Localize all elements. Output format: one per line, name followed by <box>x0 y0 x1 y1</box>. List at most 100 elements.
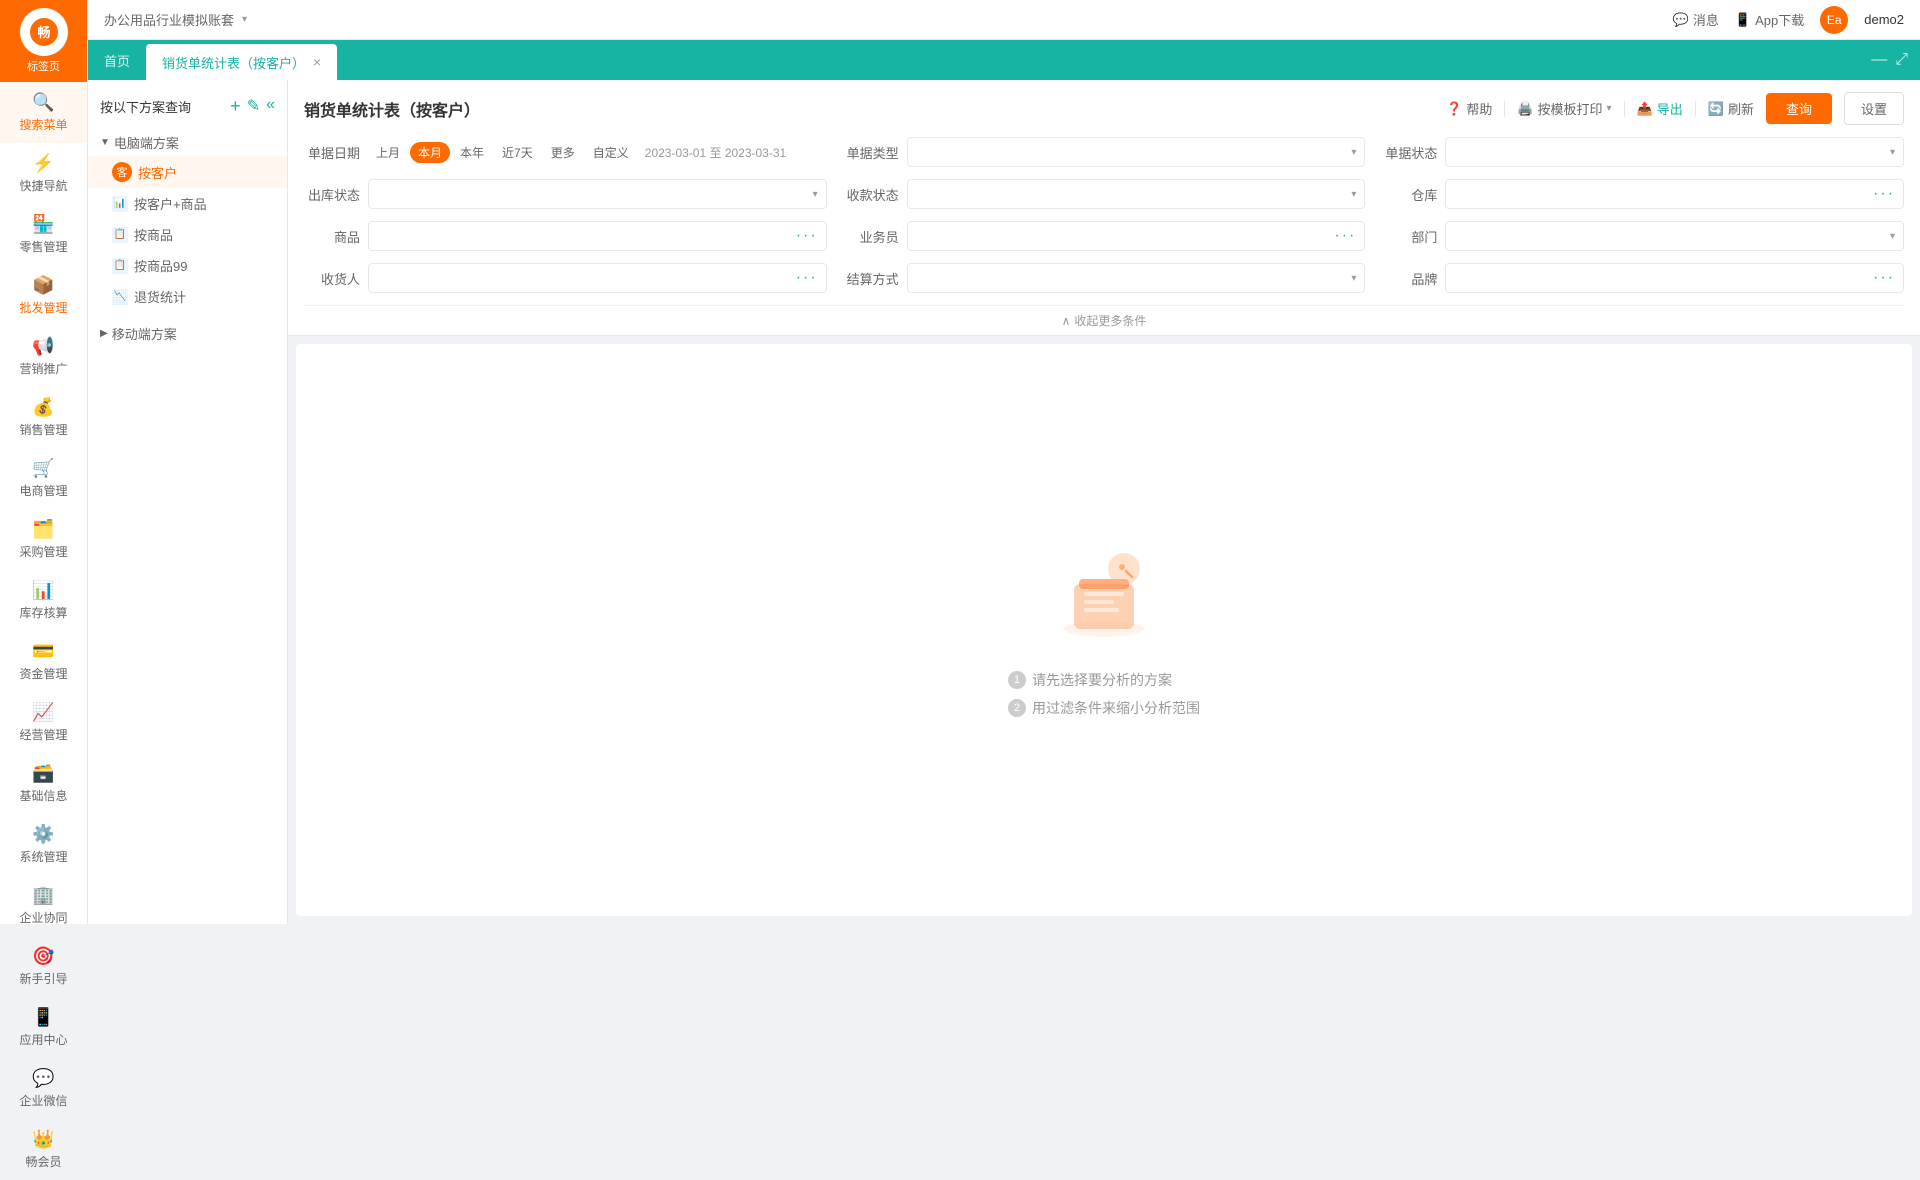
tip-text-1: 请先选择要分析的方案 <box>1032 670 1172 690</box>
scheme-item-by-customer[interactable]: 客 按客户 <box>88 156 287 188</box>
customer-scheme-icon: 客 <box>112 162 132 182</box>
user-avatar[interactable]: Ea <box>1820 6 1848 34</box>
query-button[interactable]: 查询 <box>1766 93 1832 124</box>
brand-filter-item: 品牌 ··· <box>1381 263 1904 293</box>
warehouse-label: 仓库 <box>1381 185 1437 204</box>
sidebar-retail-label: 零售管理 <box>19 238 67 255</box>
sidebar-item-quick[interactable]: ⚡ 快捷导航 <box>0 143 87 204</box>
mobile-group-title[interactable]: ▶ 移动端方案 <box>88 320 287 347</box>
add-scheme-button[interactable]: + <box>230 96 241 117</box>
settlement-select[interactable]: ▾ <box>907 263 1366 293</box>
message-label: 消息 <box>1693 10 1719 29</box>
print-dropdown-arrow[interactable]: ▾ <box>1607 103 1612 114</box>
finance-icon: 💳 <box>32 641 54 662</box>
payment-status-select[interactable]: ▾ <box>907 179 1366 209</box>
date-quick-buttons: 上月 本月 本年 近7天 更多 自定义 <box>368 142 637 163</box>
scheme-item-by-customer-goods[interactable]: 📊 按客户+商品 <box>88 188 287 219</box>
payment-status-arrow: ▾ <box>1351 189 1356 200</box>
scheme-item-by-goods[interactable]: 📋 按商品 <box>88 219 287 250</box>
tab-maximize-button[interactable]: ⤢ <box>1895 51 1908 69</box>
date-btn-7days[interactable]: 近7天 <box>494 142 541 163</box>
sidebar-item-enterprise[interactable]: 🏢 企业协同 <box>0 875 87 936</box>
sidebar-item-sales[interactable]: 💰 销售管理 <box>0 387 87 448</box>
tab-home[interactable]: 首页 <box>88 40 146 80</box>
sidebar-item-newbie[interactable]: 🎯 新手引导 <box>0 936 87 997</box>
sidebar-item-ecommerce[interactable]: 🛒 电商管理 <box>0 448 87 509</box>
order-type-arrow: ▾ <box>1351 147 1356 158</box>
sidebar-wholesale-label: 批发管理 <box>19 299 67 316</box>
consignee-select[interactable]: ··· <box>368 263 827 293</box>
salesperson-select[interactable]: ··· <box>907 221 1366 251</box>
appcenter-icon: 📱 <box>32 1007 54 1028</box>
department-select[interactable]: ▾ <box>1445 221 1904 251</box>
date-btn-this-month[interactable]: 本月 <box>410 142 450 163</box>
right-panel: 销货单统计表（按客户） ❓ 帮助 🖨️ 按模板打印 ▾ <box>288 80 1920 924</box>
date-btn-custom[interactable]: 自定义 <box>585 142 637 163</box>
search-icon: 🔍 <box>32 92 54 113</box>
desktop-group-title[interactable]: ▼ 电脑端方案 <box>88 129 287 156</box>
ecommerce-icon: 🛒 <box>32 458 54 479</box>
sidebar-item-wholesale[interactable]: 📦 批发管理 <box>0 265 87 326</box>
order-type-select[interactable]: ▾ <box>907 137 1366 167</box>
desktop-group-label: 电脑端方案 <box>114 133 179 152</box>
logo-text: 标签页 <box>27 58 60 74</box>
sidebar-item-member[interactable]: 👑 畅会员 <box>0 1119 87 1180</box>
sidebar-item-operation[interactable]: 📈 经营管理 <box>0 692 87 753</box>
date-btn-last-month[interactable]: 上月 <box>368 142 408 163</box>
by-goods99-label: 按商品99 <box>134 256 187 275</box>
quick-icon: ⚡ <box>32 153 54 174</box>
tab-close-button[interactable]: × <box>313 54 321 70</box>
export-button[interactable]: 📤 导出 <box>1637 99 1683 118</box>
goods-scheme-icon: 📋 <box>112 227 128 243</box>
shipment-status-select[interactable]: ▾ <box>368 179 827 209</box>
message-action[interactable]: 💬 消息 <box>1673 10 1719 29</box>
scheme-item-by-goods99[interactable]: 📋 按商品99 <box>88 250 287 281</box>
edit-scheme-button[interactable]: ✎ <box>247 96 260 117</box>
date-btn-more[interactable]: 更多 <box>543 142 583 163</box>
brand-select[interactable]: ··· <box>1445 263 1904 293</box>
topbar-right: 💬 消息 📱 App下载 Ea demo2 <box>1673 6 1904 34</box>
return-stat-label: 退货统计 <box>134 287 186 306</box>
app-download-action[interactable]: 📱 App下载 <box>1735 10 1804 29</box>
tab-sales-stat[interactable]: 销货单统计表（按客户） × <box>146 44 337 80</box>
refresh-button[interactable]: 🔄 刷新 <box>1708 99 1754 118</box>
warehouse-select[interactable]: ··· <box>1445 179 1904 209</box>
page-title-row: 销货单统计表（按客户） ❓ 帮助 🖨️ 按模板打印 ▾ <box>304 92 1904 125</box>
sidebar-item-system[interactable]: ⚙️ 系统管理 <box>0 814 87 875</box>
scheme-item-return-stat[interactable]: 📉 退货统计 <box>88 281 287 312</box>
sidebar-item-inventory[interactable]: 📊 库存核算 <box>0 570 87 631</box>
collapse-filters-bar[interactable]: ∧ 收起更多条件 <box>304 305 1904 335</box>
goods-dots: ··· <box>796 227 818 245</box>
sidebar-item-purchase[interactable]: 🗂️ 采购管理 <box>0 509 87 570</box>
goods-select[interactable]: ··· <box>368 221 827 251</box>
refresh-label: 刷新 <box>1728 99 1754 118</box>
mobile-scheme-group: ▶ 移动端方案 <box>88 316 287 351</box>
user-name: demo2 <box>1864 12 1904 27</box>
tab-minimize-button[interactable]: — <box>1871 51 1887 69</box>
sidebar-item-marketing[interactable]: 📢 营销推广 <box>0 326 87 387</box>
date-btn-this-year[interactable]: 本年 <box>452 142 492 163</box>
help-label: 帮助 <box>1466 99 1492 118</box>
order-status-select[interactable]: ▾ <box>1445 137 1904 167</box>
sidebar-item-basic[interactable]: 🗃️ 基础信息 <box>0 753 87 814</box>
sidebar-item-search[interactable]: 🔍 搜索菜单 <box>0 82 87 143</box>
goods-filter-item: 商品 ··· <box>304 221 827 251</box>
date-filter-item: 单据日期 上月 本月 本年 近7天 更多 自定义 20 <box>304 142 827 163</box>
shipment-status-filter-item: 出库状态 ▾ <box>304 179 827 209</box>
sidebar-item-retail[interactable]: 🏪 零售管理 <box>0 204 87 265</box>
print-button[interactable]: 🖨️ 按模板打印 ▾ <box>1517 99 1611 118</box>
help-button[interactable]: ❓ 帮助 <box>1446 99 1492 118</box>
setting-button[interactable]: 设置 <box>1844 92 1904 125</box>
consignee-filter-item: 收货人 ··· <box>304 263 827 293</box>
logo-icon: 畅 <box>20 8 68 56</box>
collapse-panel-button[interactable]: « <box>266 96 275 117</box>
company-dropdown-arrow[interactable]: ▾ <box>242 14 247 25</box>
sidebar-item-corpwx[interactable]: 💬 企业微信 <box>0 1058 87 1119</box>
sidebar-item-finance[interactable]: 💳 资金管理 <box>0 631 87 692</box>
sidebar-item-appcenter[interactable]: 📱 应用中心 <box>0 997 87 1058</box>
purchase-icon: 🗂️ <box>32 519 54 540</box>
tab-actions: — ⤢ <box>1871 51 1920 69</box>
sidebar-corpwx-label: 企业微信 <box>19 1092 67 1109</box>
filter-row-2: 出库状态 ▾ 收款状态 ▾ 仓库 <box>304 179 1904 209</box>
brand-label: 品牌 <box>1381 269 1437 288</box>
